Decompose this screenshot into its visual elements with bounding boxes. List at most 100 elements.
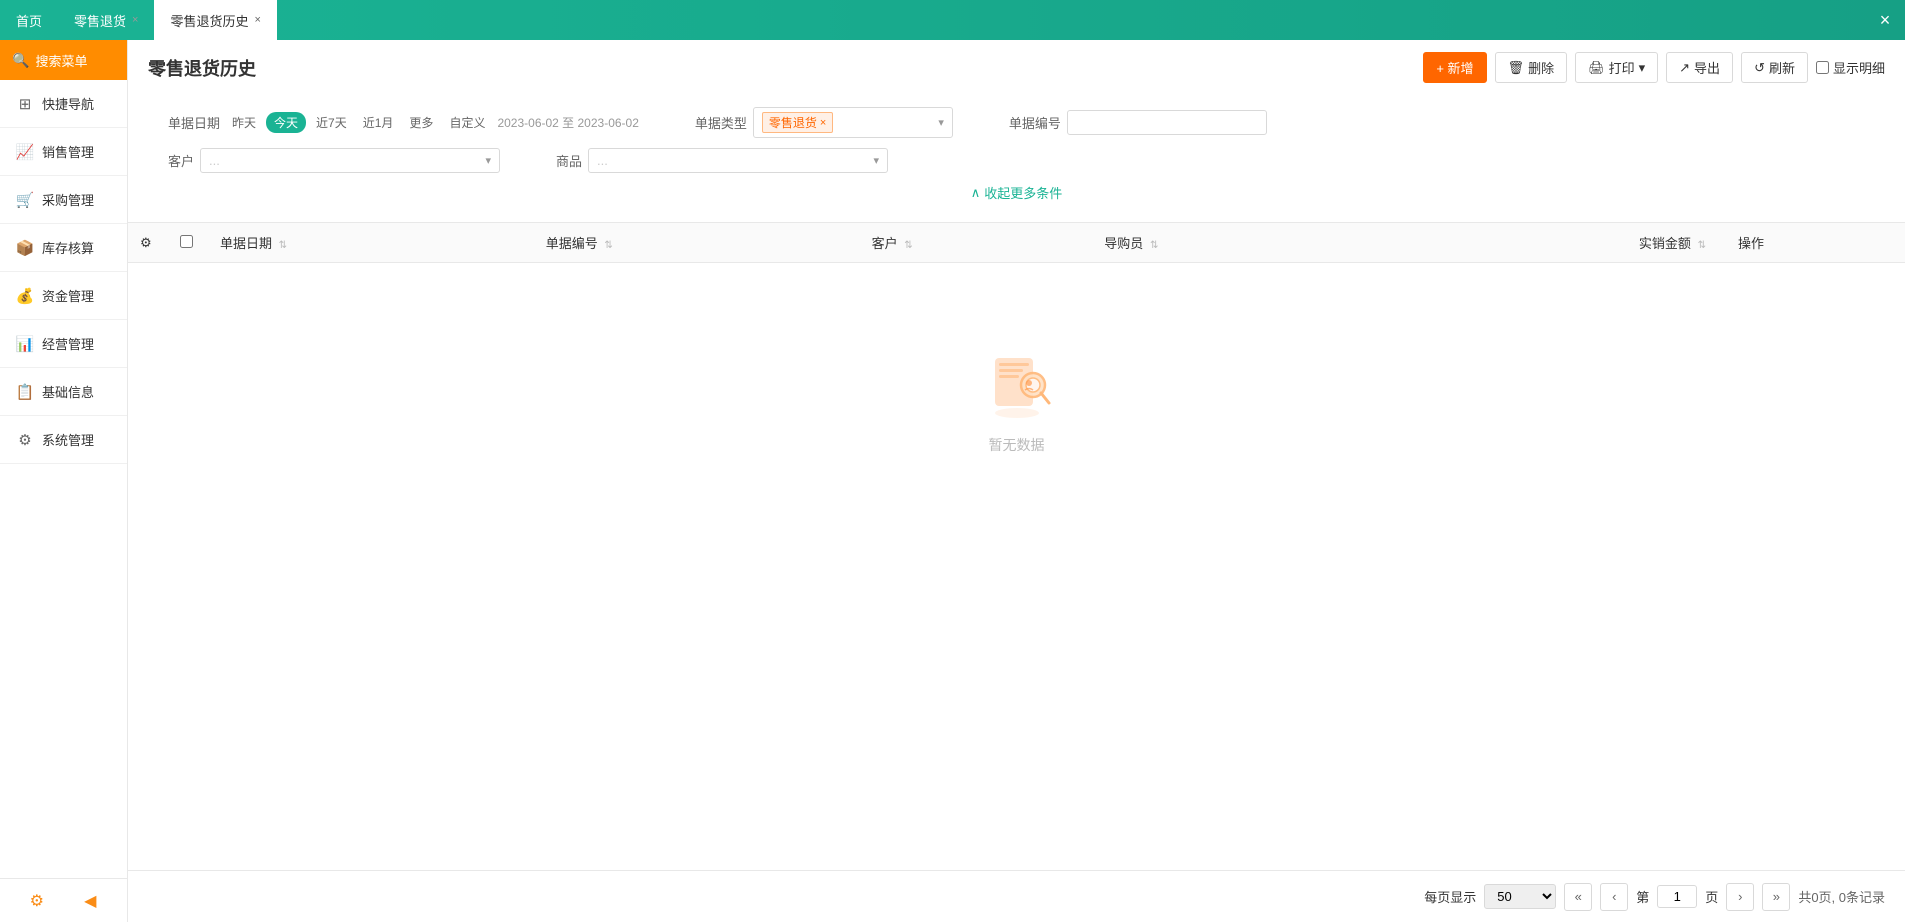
billno-filter-label: 单据编号 [1009, 113, 1061, 132]
refresh-icon: ↺ [1754, 60, 1765, 76]
nav-icon-quick-nav: ⊞ [16, 95, 34, 113]
content-area: 零售退货历史 + 新增 🗑 删除 🖨 打印 ▾ ↗ 导出 [128, 40, 1905, 922]
show-detail-checkbox[interactable]: 显示明细 [1816, 58, 1885, 77]
th-customer[interactable]: 客户 ⇅ [860, 223, 1093, 263]
guide-sort-icon: ⇅ [1150, 240, 1158, 251]
print-dropdown-icon: ▾ [1639, 60, 1646, 76]
tab-retail-return-history[interactable]: 零售退货历史× [154, 0, 276, 40]
page-header: 零售退货历史 + 新增 🗑 删除 🖨 打印 ▾ ↗ 导出 [128, 40, 1905, 223]
nav-icon-finance: 💰 [16, 287, 34, 305]
nav-icon-basic-info: 📋 [16, 383, 34, 401]
page-title-row: 零售退货历史 + 新增 🗑 删除 🖨 打印 ▾ ↗ 导出 [148, 52, 1885, 83]
th-action: 操作 [1726, 223, 1905, 263]
tab-close-retail-return-history[interactable]: × [254, 14, 260, 26]
sidebar-item-inventory[interactable]: 📦 库存核算 [0, 224, 127, 272]
last7days-btn[interactable]: 近7天 [310, 112, 353, 133]
data-table: ⚙ 单据日期 ⇅ 单据编号 ⇅ [128, 223, 1905, 495]
date-filter-item: 单据日期 昨天 今天 近7天 近1月 更多 自定义 2023-06-02 至 2… [168, 112, 639, 133]
customer-dropdown-icon: ▾ [485, 154, 491, 167]
last-page-button[interactable]: » [1762, 883, 1790, 911]
search-icon: 🔍 [12, 52, 29, 69]
customer-filter-label: 客户 [168, 151, 194, 170]
first-page-button[interactable]: « [1564, 883, 1592, 911]
yesterday-btn[interactable]: 昨天 [226, 112, 262, 133]
sidebar-item-finance[interactable]: 💰 资金管理 [0, 272, 127, 320]
sidebar-item-purchase[interactable]: 🛒 采购管理 [0, 176, 127, 224]
delete-icon: 🗑 [1508, 60, 1525, 76]
table-section: ⚙ 单据日期 ⇅ 单据编号 ⇅ [128, 223, 1905, 870]
th-settings[interactable]: ⚙ [128, 223, 168, 263]
more-btn[interactable]: 更多 [403, 112, 439, 133]
th-checkbox[interactable] [168, 223, 208, 263]
goods-filter-label: 商品 [556, 151, 582, 170]
print-button[interactable]: 🖨 打印 ▾ [1575, 52, 1658, 83]
nav-label-operations: 经营管理 [42, 334, 94, 353]
billno-sort-icon: ⇅ [604, 240, 612, 251]
delete-button[interactable]: 🗑 删除 [1495, 52, 1568, 83]
empty-state: 暂无数据 [128, 263, 1905, 495]
sidebar-item-system[interactable]: ⚙ 系统管理 [0, 416, 127, 464]
settings-icon[interactable]: ⚙ [140, 235, 152, 250]
type-filter-tag: 零售退货 × [762, 112, 833, 133]
table-body: 暂无数据 [128, 263, 1905, 496]
next-page-button[interactable]: › [1726, 883, 1754, 911]
type-tag-label: 零售退货 [769, 114, 817, 131]
th-date[interactable]: 单据日期 ⇅ [208, 223, 534, 263]
customer-filter-select[interactable]: ... ▾ [200, 148, 500, 173]
nav-icon-system: ⚙ [16, 431, 34, 449]
refresh-button[interactable]: ↺ 刷新 [1741, 52, 1808, 83]
select-all-checkbox[interactable] [180, 235, 193, 248]
empty-text: 暂无数据 [989, 435, 1045, 455]
export-button[interactable]: ↗ 导出 [1666, 52, 1733, 83]
sidebar-search-button[interactable]: 🔍 搜索菜单 [0, 40, 127, 80]
nav-label-basic-info: 基础信息 [42, 382, 94, 401]
add-button[interactable]: + 新增 [1423, 52, 1486, 83]
nav-label-sales: 销售管理 [42, 142, 94, 161]
nav-icon-operations: 📊 [16, 335, 34, 353]
tab-home[interactable]: 首页 [0, 0, 58, 40]
tab-retail-return[interactable]: 零售退货× [58, 0, 154, 40]
main-layout: 🔍 搜索菜单 ⊞ 快捷导航 📈 销售管理 🛒 采购管理 📦 库存核算 💰 资金管… [0, 40, 1905, 922]
sidebar-collapse-button[interactable]: ◀ [74, 885, 106, 917]
th-guide[interactable]: 导购员 ⇅ [1092, 223, 1371, 263]
prev-page-button[interactable]: ‹ [1600, 883, 1628, 911]
th-amount[interactable]: 实销金额 ⇅ [1372, 223, 1726, 263]
tab-close-retail-return[interactable]: × [132, 14, 138, 26]
sidebar-item-basic-info[interactable]: 📋 基础信息 [0, 368, 127, 416]
pagination-bar: 每页显示 50 10 20 100 « ‹ 第 页 › » 共0页, 0条记录 [128, 870, 1905, 922]
customer-placeholder: ... [209, 153, 220, 168]
filter-area: 单据日期 昨天 今天 近7天 近1月 更多 自定义 2023-06-02 至 2… [148, 95, 1885, 222]
filter-row-2: 客户 ... ▾ 商品 ... ▾ [168, 148, 1865, 173]
page-number-input[interactable] [1657, 885, 1697, 908]
sidebar-item-sales[interactable]: 📈 销售管理 [0, 128, 127, 176]
billno-filter-input[interactable] [1067, 110, 1267, 135]
window-close-button[interactable]: × [1865, 0, 1905, 40]
customer-sort-icon: ⇅ [904, 240, 912, 251]
goods-dropdown-icon: ▾ [874, 154, 880, 167]
page-size-select[interactable]: 50 10 20 100 [1484, 884, 1556, 909]
collapse-filter-button[interactable]: ∧ 收起更多条件 [971, 183, 1063, 202]
filter-row-1: 单据日期 昨天 今天 近7天 近1月 更多 自定义 2023-06-02 至 2… [168, 107, 1865, 138]
th-billno[interactable]: 单据编号 ⇅ [534, 223, 860, 263]
sidebar-search-label: 搜索菜单 [35, 51, 87, 70]
date-filter-label: 单据日期 [168, 113, 220, 132]
type-dropdown-icon: ▾ [938, 116, 944, 129]
goods-filter-select[interactable]: ... ▾ [588, 148, 888, 173]
sidebar-item-quick-nav[interactable]: ⊞ 快捷导航 [0, 80, 127, 128]
page-label: 第 [1636, 887, 1649, 906]
custom-btn[interactable]: 自定义 [443, 112, 491, 133]
export-icon: ↗ [1679, 60, 1690, 76]
type-filter-item: 单据类型 零售退货 × ▾ [695, 107, 953, 138]
nav-label-inventory: 库存核算 [42, 238, 94, 257]
sidebar-settings-button[interactable]: ⚙ [21, 885, 53, 917]
type-filter-select[interactable]: 零售退货 × ▾ [753, 107, 953, 138]
last1month-btn[interactable]: 近1月 [357, 112, 400, 133]
type-tag-close[interactable]: × [820, 117, 826, 129]
page-of-label: 页 [1705, 887, 1718, 906]
goods-filter-item: 商品 ... ▾ [556, 148, 888, 173]
today-btn[interactable]: 今天 [266, 112, 306, 133]
empty-icon [977, 343, 1057, 423]
show-detail-input[interactable] [1816, 61, 1829, 74]
sidebar-item-operations[interactable]: 📊 经营管理 [0, 320, 127, 368]
top-bar: 首页零售退货×零售退货历史× × [0, 0, 1905, 40]
